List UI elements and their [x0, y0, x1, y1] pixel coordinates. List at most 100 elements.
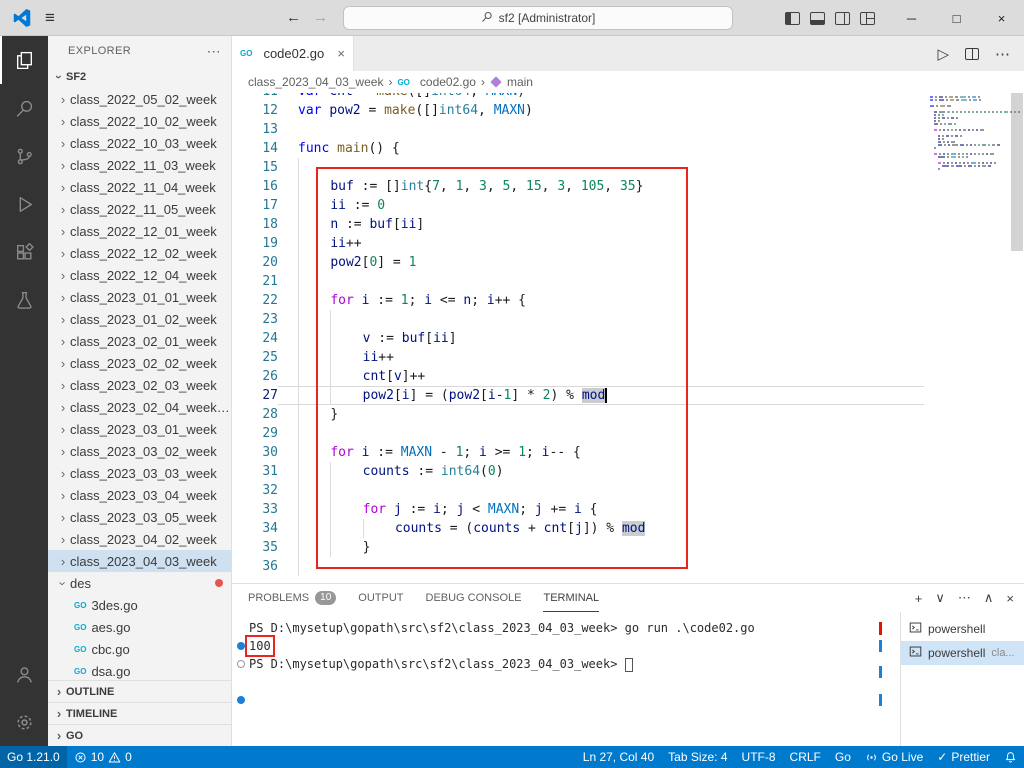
line-number[interactable]: 33	[232, 500, 278, 519]
code-line[interactable]: 32	[232, 481, 924, 500]
line-number[interactable]: 18	[232, 215, 278, 234]
workspace-section[interactable]: › SF2	[48, 66, 231, 88]
code-line[interactable]: 17 ii := 0	[232, 196, 924, 215]
folder-item[interactable]: › class_2023_02_04_week_...	[48, 396, 231, 418]
folder-item[interactable]: › class_2023_03_03_week	[48, 462, 231, 484]
minimap[interactable]	[930, 95, 1020, 173]
code-line[interactable]: 30 for i := MAXN - 1; i >= 1; i-- {	[232, 443, 924, 462]
line-number[interactable]: 16	[232, 177, 278, 196]
section-timeline[interactable]: › TIMELINE	[48, 702, 231, 724]
run-button[interactable]: ▷	[937, 45, 949, 63]
code-line[interactable]: 33 for j := i; j < MAXN; j += i {	[232, 500, 924, 519]
section-outline[interactable]: › OUTLINE	[48, 680, 231, 702]
terminal-dropdown-icon[interactable]: ∨	[935, 590, 945, 606]
folder-item[interactable]: › class_2023_03_04_week	[48, 484, 231, 506]
eol-status[interactable]: CRLF	[783, 746, 828, 768]
code-line[interactable]: 11var cnt = make([]int64, MAXN)	[232, 93, 924, 101]
close-panel-icon[interactable]: ×	[1006, 591, 1014, 606]
line-number[interactable]: 11	[232, 93, 278, 101]
settings-gear-icon[interactable]	[0, 698, 48, 746]
breadcrumb-file[interactable]: code02.go	[420, 75, 476, 89]
panel-tab-problems[interactable]: PROBLEMS 10	[248, 584, 337, 612]
code-line[interactable]: 26 cnt[v]++	[232, 367, 924, 386]
line-number[interactable]: 13	[232, 120, 278, 139]
code-line[interactable]: 23	[232, 310, 924, 329]
menu-icon[interactable]: ≡	[45, 8, 55, 28]
code-line[interactable]: 20 pow2[0] = 1	[232, 253, 924, 272]
line-number[interactable]: 22	[232, 291, 278, 310]
run-debug-icon[interactable]	[0, 180, 48, 228]
code-line[interactable]: 27 pow2[i] = (pow2[i-1] * 2) % mod	[232, 386, 924, 405]
terminal-list-item[interactable]: powershell	[901, 617, 1024, 641]
folder-item[interactable]: › class_2023_03_05_week	[48, 506, 231, 528]
line-number[interactable]: 19	[232, 234, 278, 253]
forward-icon[interactable]: →	[313, 9, 328, 26]
section-go[interactable]: › GO	[48, 724, 231, 746]
line-number[interactable]: 15	[232, 158, 278, 177]
terminal-list-item[interactable]: powershell cla...	[901, 641, 1024, 665]
command-decoration-icon[interactable]	[237, 696, 245, 704]
line-number[interactable]: 21	[232, 272, 278, 291]
problems-status[interactable]: 10 0	[67, 746, 139, 768]
folder-item[interactable]: › class_2023_04_03_week	[48, 550, 231, 572]
toggle-sidebar-icon[interactable]	[785, 11, 800, 25]
line-number[interactable]: 17	[232, 196, 278, 215]
folder-item[interactable]: › class_2023_01_02_week	[48, 308, 231, 330]
go-live-status[interactable]: Go Live	[858, 746, 930, 768]
line-number[interactable]: 31	[232, 462, 278, 481]
code-line[interactable]: 15	[232, 158, 924, 177]
command-decoration-icon[interactable]	[237, 660, 245, 668]
search-icon[interactable]	[0, 84, 48, 132]
file-item[interactable]: GO dsa.go	[48, 660, 231, 680]
terminal[interactable]: PS D:\mysetup\gopath\src\sf2\class_2023_…	[232, 612, 900, 746]
file-item[interactable]: GO aes.go	[48, 616, 231, 638]
folder-item[interactable]: › class_2022_11_03_week	[48, 154, 231, 176]
minimize-icon[interactable]: ─	[889, 0, 934, 36]
file-item[interactable]: GO 3des.go	[48, 594, 231, 616]
code-line[interactable]: 18 n := buf[ii]	[232, 215, 924, 234]
code-line[interactable]: 21	[232, 272, 924, 291]
code-editor[interactable]: 11var cnt = make([]int64, MAXN)12var pow…	[232, 93, 1024, 583]
folder-item[interactable]: › class_2022_12_01_week	[48, 220, 231, 242]
explorer-more-icon[interactable]: ⋯	[207, 43, 221, 60]
line-number[interactable]: 14	[232, 139, 278, 158]
source-control-icon[interactable]	[0, 132, 48, 180]
code-line[interactable]: 16 buf := []int{7, 1, 3, 5, 15, 3, 105, …	[232, 177, 924, 196]
line-number[interactable]: 24	[232, 329, 278, 348]
folder-item[interactable]: › class_2022_10_03_week	[48, 132, 231, 154]
code-line[interactable]: 12 var pow2 = make([]int64, MAXN)	[232, 101, 924, 120]
split-editor-icon[interactable]	[965, 47, 979, 60]
panel-tab-terminal[interactable]: TERMINAL	[543, 584, 599, 612]
tab-close-icon[interactable]: ×	[337, 46, 345, 61]
maximize-icon[interactable]: □	[934, 0, 979, 36]
explorer-icon[interactable]	[0, 36, 48, 84]
editor-more-icon[interactable]: ⋯	[995, 45, 1010, 63]
code-line[interactable]: 34 counts = (counts + cnt[j]) % mod	[232, 519, 924, 538]
panel-more-icon[interactable]: ⋯	[958, 590, 971, 606]
go-version-status[interactable]: Go 1.21.0	[0, 746, 67, 768]
line-number[interactable]: 20	[232, 253, 278, 272]
command-decoration-icon[interactable]	[237, 642, 245, 650]
toggle-panel-icon[interactable]	[810, 11, 825, 25]
tab-code02-go[interactable]: GO code02.go ×	[232, 36, 354, 71]
line-number[interactable]: 12	[232, 101, 278, 120]
line-number[interactable]: 25	[232, 348, 278, 367]
folder-item[interactable]: › class_2022_10_02_week	[48, 110, 231, 132]
maximize-panel-icon[interactable]: ∧	[984, 590, 994, 606]
notifications-status[interactable]	[997, 746, 1024, 768]
folder-item[interactable]: › class_2022_12_04_week	[48, 264, 231, 286]
folder-item[interactable]: › class_2023_01_01_week	[48, 286, 231, 308]
folder-item[interactable]: › des	[48, 572, 231, 594]
folder-item[interactable]: › class_2023_02_02_week	[48, 352, 231, 374]
breadcrumb-folder[interactable]: class_2023_04_03_week	[248, 75, 383, 89]
line-number[interactable]: 28	[232, 405, 278, 424]
new-terminal-icon[interactable]: +	[915, 591, 923, 606]
extensions-icon[interactable]	[0, 228, 48, 276]
indentation-status[interactable]: Tab Size: 4	[661, 746, 734, 768]
editor-scrollbar[interactable]	[1010, 93, 1024, 583]
toggle-secondary-sidebar-icon[interactable]	[835, 11, 850, 25]
folder-item[interactable]: › class_2023_02_03_week	[48, 374, 231, 396]
testing-icon[interactable]	[0, 276, 48, 324]
account-icon[interactable]	[0, 650, 48, 698]
code-line[interactable]: 13	[232, 120, 924, 139]
